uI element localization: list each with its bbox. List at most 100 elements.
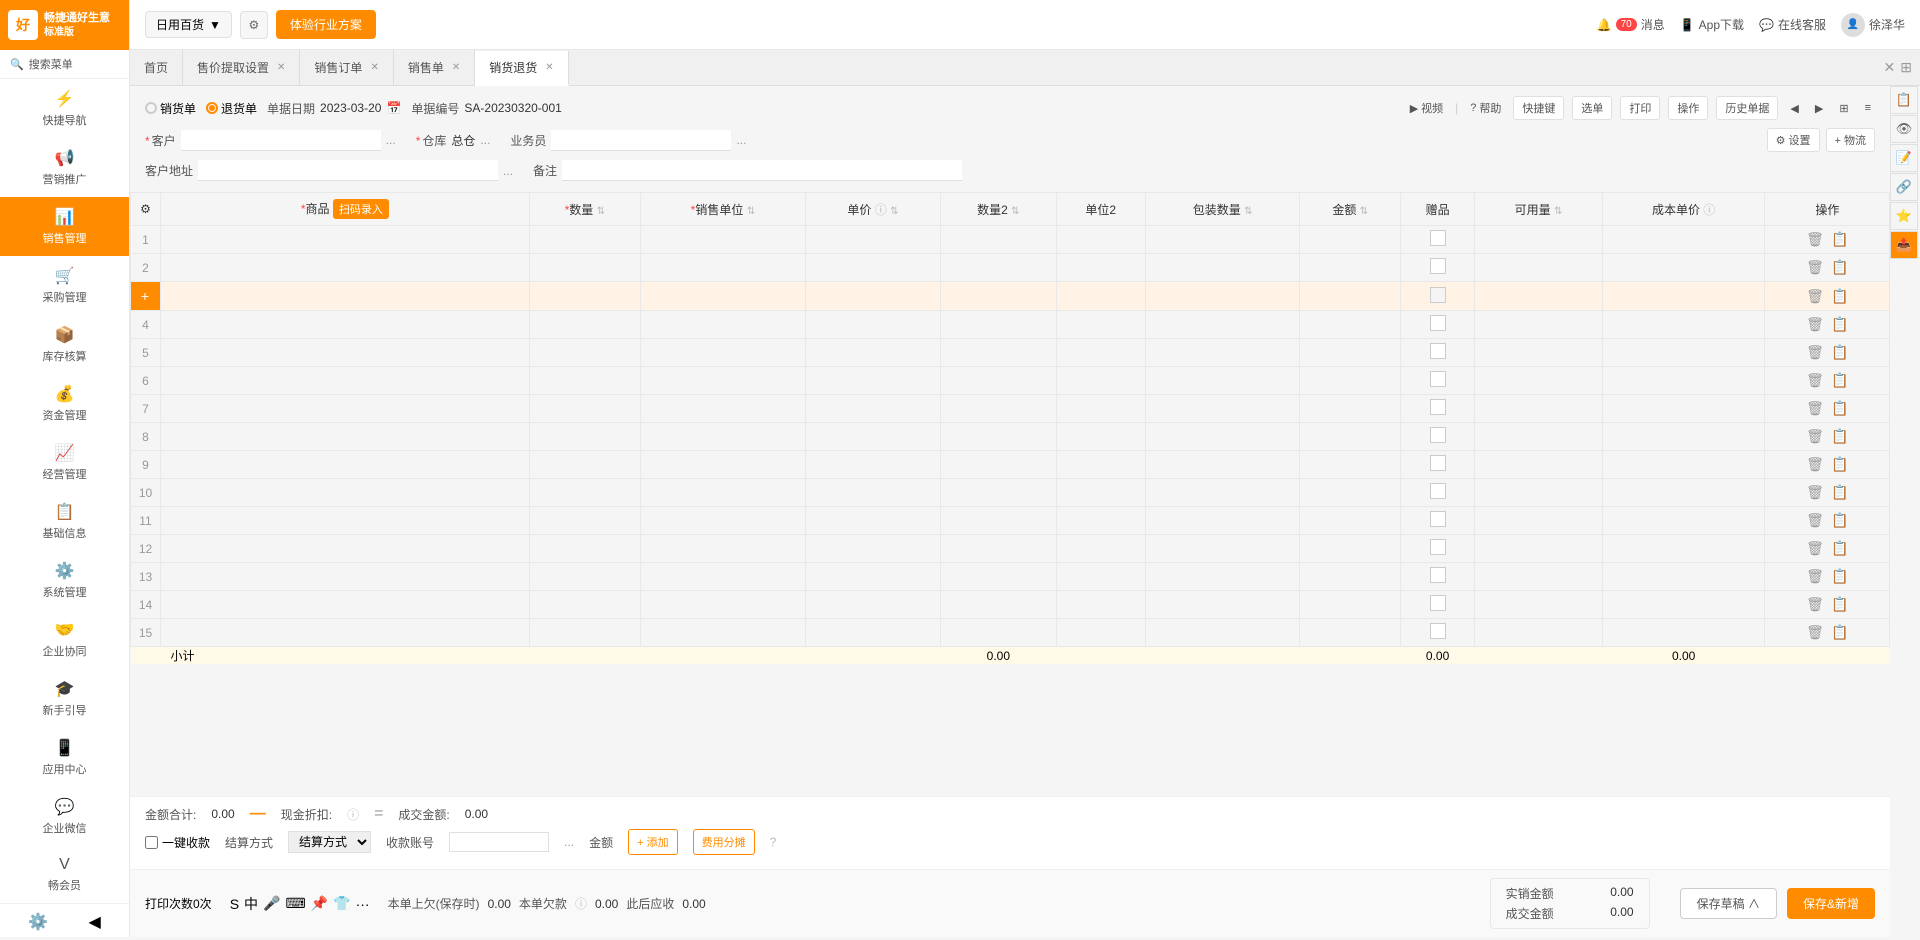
sidebar-item-wechat[interactable]: 💬 企业微信 [0, 787, 129, 846]
gift-checkbox-5[interactable] [1430, 343, 1446, 359]
cost-price-info-icon[interactable]: ⓘ [1703, 203, 1715, 217]
tab-sales-return[interactable]: 销货退货 ✕ [475, 51, 568, 86]
table-settings-icon[interactable]: ⚙ [140, 202, 151, 216]
operation-btn[interactable]: 操作 [1668, 96, 1708, 120]
rt-btn-3[interactable]: 📝 [1890, 144, 1918, 172]
gift-checkbox-10[interactable] [1430, 483, 1446, 499]
delete-row-6[interactable]: 🗑 [1804, 372, 1826, 389]
sidebar-item-system[interactable]: ⚙️ 系统管理 [0, 551, 129, 610]
radio-return[interactable]: 退货单 [206, 100, 257, 117]
delete-row-3[interactable]: 🗑 [1804, 288, 1826, 305]
next-btn[interactable]: ▶ [1811, 100, 1827, 117]
discount-info-icon[interactable]: ⓘ [347, 806, 359, 823]
delete-row-2[interactable]: 🗑 [1804, 259, 1826, 276]
gift-checkbox-9[interactable] [1430, 455, 1446, 471]
gift-checkbox-4[interactable] [1430, 315, 1446, 331]
close-sales-delivery-tab[interactable]: ✕ [452, 62, 460, 73]
scan-input-btn[interactable]: 扫码录入 [333, 199, 389, 219]
tab-price-setting[interactable]: 售价提取设置 ✕ [183, 50, 300, 85]
staff-input[interactable] [551, 130, 731, 151]
customer-input[interactable] [181, 130, 381, 151]
radio-delivery[interactable]: 销货单 [145, 100, 196, 117]
remark-input[interactable] [562, 160, 962, 181]
gift-checkbox-14[interactable] [1430, 595, 1446, 611]
copy-row-10[interactable]: 📋 [1829, 484, 1850, 501]
copy-row-3[interactable]: 📋 [1829, 288, 1850, 305]
amount-sort-icon[interactable]: ⇅ [1360, 206, 1368, 217]
print-btn[interactable]: 打印 [1620, 96, 1660, 120]
shortcut-btn[interactable]: 快捷键 [1513, 96, 1564, 120]
rt-btn-4[interactable]: 🔗 [1890, 173, 1918, 201]
history-btn[interactable]: 历史单据 [1716, 96, 1778, 120]
delete-row-5[interactable]: 🗑 [1804, 344, 1826, 361]
sidebar-item-search[interactable]: 🔍 搜索菜单 [0, 50, 129, 79]
sidebar-item-guide[interactable]: 🎓 新手引导 [0, 669, 129, 728]
user-profile[interactable]: 👤 徐泽华 [1841, 13, 1905, 37]
delete-row-15[interactable]: 🗑 [1804, 624, 1826, 641]
close-price-setting-tab[interactable]: ✕ [277, 62, 285, 73]
category-select[interactable]: 日用百货 ▼ [145, 11, 232, 38]
sidebar-item-sales[interactable]: 📊 销售管理 [0, 197, 129, 256]
save-draft-btn[interactable]: 保存草稿 ∧ [1680, 888, 1777, 919]
rt-btn-2[interactable]: 👁 [1890, 115, 1918, 143]
rt-btn-5[interactable]: ⭐ [1890, 202, 1918, 230]
copy-row-8[interactable]: 📋 [1829, 428, 1850, 445]
app-download-btn[interactable]: 📱 App下载 [1680, 16, 1744, 33]
address-dots[interactable]: ... [503, 164, 513, 178]
video-btn[interactable]: ▶ 视频 [1406, 98, 1447, 118]
collapse-icon[interactable]: ◀ [88, 912, 100, 932]
add-row-btn[interactable]: + [135, 286, 155, 306]
sidebar-item-operations[interactable]: 📈 经营管理 [0, 433, 129, 492]
delete-row-11[interactable]: 🗑 [1804, 512, 1826, 529]
account-dots[interactable]: ... [564, 835, 574, 849]
copy-row-11[interactable]: 📋 [1829, 512, 1850, 529]
current-debt-info-icon[interactable]: ⓘ [575, 895, 587, 912]
pack-qty-sort-icon[interactable]: ⇅ [1244, 206, 1252, 217]
delete-row-1[interactable]: 🗑 [1804, 231, 1826, 248]
copy-row-2[interactable]: 📋 [1829, 259, 1850, 276]
add-fee-btn[interactable]: + 添加 [628, 829, 678, 855]
gift-checkbox-3[interactable] [1430, 287, 1446, 303]
sidebar-item-finance[interactable]: 💰 资金管理 [0, 374, 129, 433]
qty2-sort-icon[interactable]: ⇅ [1011, 206, 1019, 217]
delete-row-12[interactable]: 🗑 [1804, 540, 1826, 557]
account-input[interactable] [449, 832, 549, 852]
delete-row-14[interactable]: 🗑 [1804, 596, 1826, 613]
sidebar-item-member[interactable]: V 畅会员 [0, 846, 129, 903]
delete-row-9[interactable]: 🗑 [1804, 456, 1826, 473]
trial-btn[interactable]: 体验行业方案 [276, 10, 376, 39]
fee-help-icon[interactable]: ? [770, 835, 777, 849]
qty-sort-icon[interactable]: ⇅ [597, 206, 605, 217]
staff-dots[interactable]: ... [736, 133, 746, 147]
copy-row-13[interactable]: 📋 [1829, 568, 1850, 585]
notification-btn[interactable]: 🔔 70 消息 [1597, 16, 1665, 33]
rt-btn-1[interactable]: 📋 [1890, 86, 1918, 114]
sidebar-item-enterprise[interactable]: 🤝 企业协同 [0, 610, 129, 669]
product-input-3[interactable] [165, 289, 525, 303]
rt-btn-6[interactable]: 📤 [1890, 231, 1918, 259]
close-sales-return-tab[interactable]: ✕ [545, 62, 553, 73]
gift-checkbox-11[interactable] [1430, 511, 1446, 527]
gift-checkbox-8[interactable] [1430, 427, 1446, 443]
copy-row-12[interactable]: 📋 [1829, 540, 1850, 557]
list-view-icon[interactable]: ≡ [1861, 100, 1875, 116]
fee-split-btn[interactable]: 费用分摊 [693, 829, 755, 855]
save-new-btn[interactable]: 保存&新增 [1787, 888, 1875, 919]
help-btn[interactable]: ? 帮助 [1466, 98, 1505, 118]
sidebar-item-marketing[interactable]: 📢 营销推广 [0, 138, 129, 197]
delete-row-13[interactable]: 🗑 [1804, 568, 1826, 585]
topbar-settings[interactable]: ⚙ [240, 11, 268, 39]
copy-row-5[interactable]: 📋 [1829, 344, 1850, 361]
select-btn[interactable]: 选单 [1572, 96, 1612, 120]
unit-price-sort-icon[interactable]: ⇅ [890, 206, 898, 217]
close-all-icon[interactable]: ✕ [1884, 59, 1896, 76]
gift-checkbox-7[interactable] [1430, 399, 1446, 415]
copy-row-14[interactable]: 📋 [1829, 596, 1850, 613]
delete-row-7[interactable]: 🗑 [1804, 400, 1826, 417]
gift-checkbox-2[interactable] [1430, 258, 1446, 274]
sales-unit-sort-icon[interactable]: ⇅ [747, 206, 755, 217]
logistics-btn[interactable]: + 物流 [1826, 128, 1876, 152]
copy-row-15[interactable]: 📋 [1829, 624, 1850, 641]
copy-row-4[interactable]: 📋 [1829, 316, 1850, 333]
gift-checkbox-12[interactable] [1430, 539, 1446, 555]
